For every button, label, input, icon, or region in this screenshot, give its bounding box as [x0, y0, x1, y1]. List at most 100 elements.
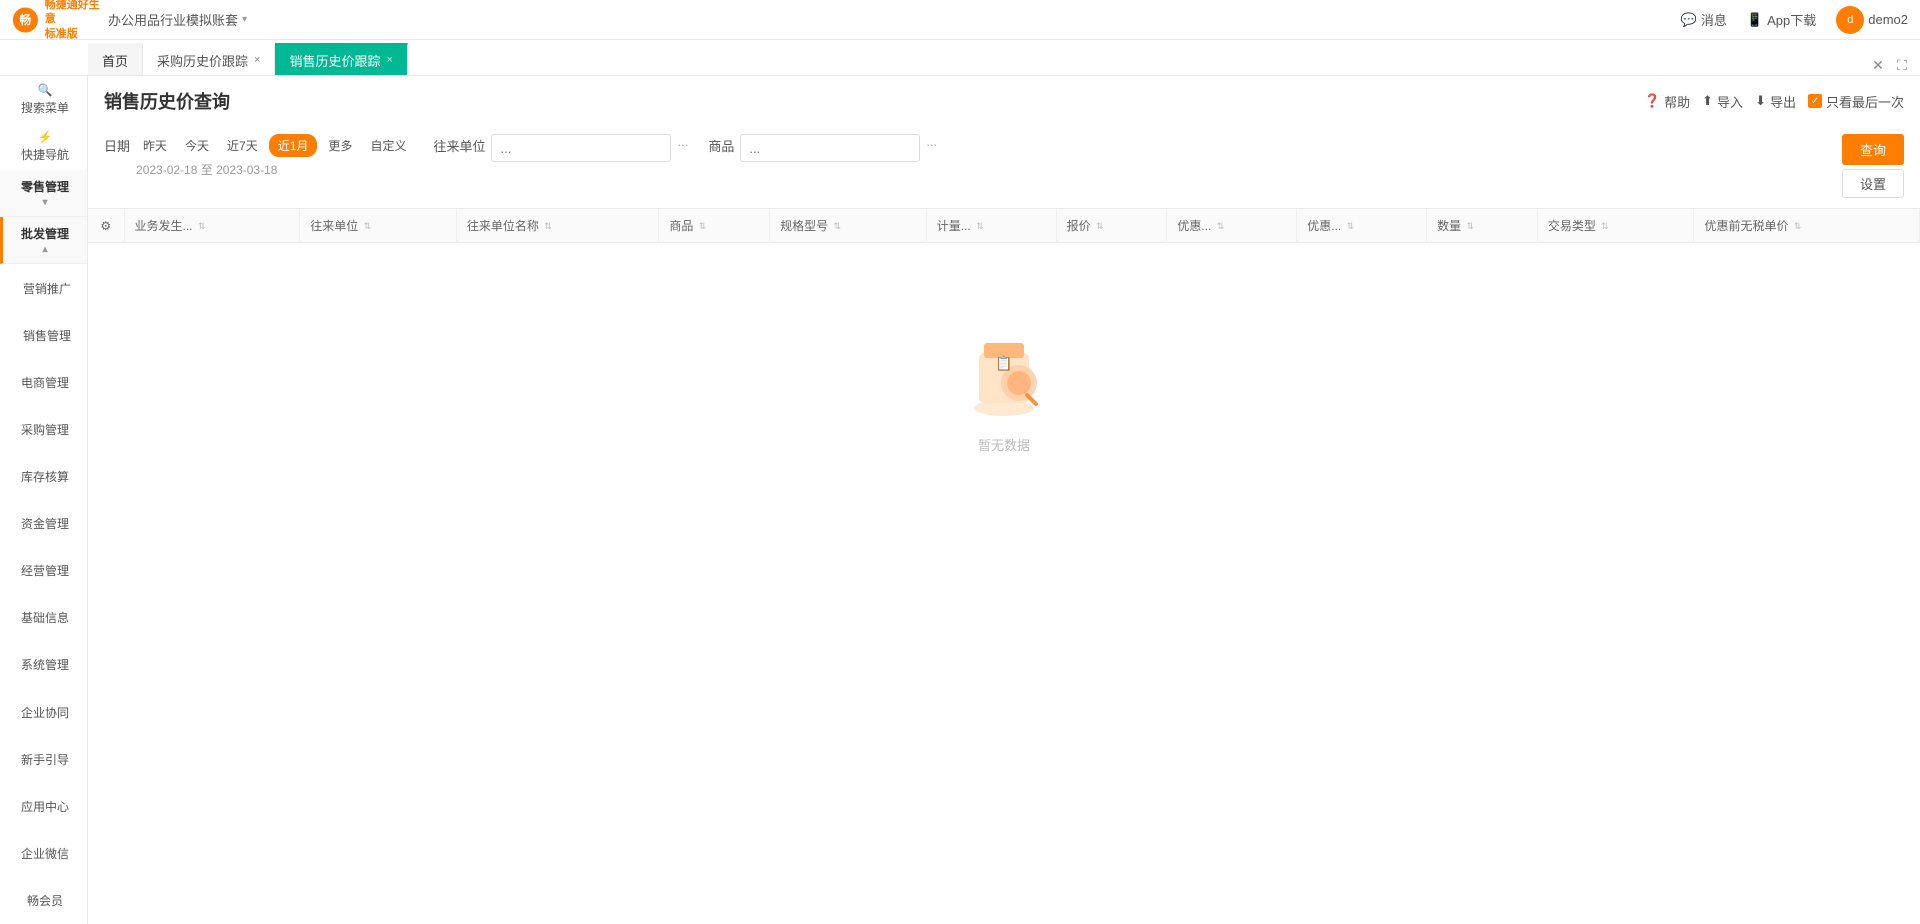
date-btn-7days[interactable]: 近7天 — [220, 134, 265, 157]
help-icon: ❓ — [1644, 93, 1660, 109]
table-col-discount2-label: 优惠... — [1307, 219, 1341, 233]
sidebar-item-search-label: 搜索菜单 — [21, 99, 69, 116]
user-menu-button[interactable]: d demo2 — [1836, 6, 1908, 34]
sidebar-item-inventory-label: 库存核算 — [21, 468, 69, 485]
close-all-tabs-button[interactable]: ✕ — [1868, 55, 1888, 75]
sidebar-item-member[interactable]: 畅会员 — [0, 877, 87, 924]
main-layout: 🔍 搜索菜单 ⚡ 快捷导航 零售管理 ▾ 批发管理 ▴ 营销推广 销售管理 电商… — [0, 76, 1920, 924]
partner-filter-input[interactable] — [491, 134, 671, 162]
table-col-spec[interactable]: 规格型号 ⇅ — [770, 209, 927, 243]
import-icon: ⬆ — [1702, 93, 1713, 109]
sidebar-item-wechat-label: 企业微信 — [21, 845, 69, 862]
maximize-button[interactable]: ⛶ — [1892, 55, 1912, 75]
table-col-quantity[interactable]: 数量 ⇅ — [1427, 209, 1538, 243]
table-col-settings[interactable]: ⚙ — [88, 209, 124, 243]
app-download-button[interactable]: 📱 App下载 — [1747, 10, 1816, 29]
logo-area: 畅 畅捷通好生意 标准版 — [12, 0, 100, 41]
tab-sales-history[interactable]: 销售历史价跟踪 × — [275, 43, 407, 75]
sidebar-item-purchase-label: 采购管理 — [21, 421, 69, 438]
sidebar-item-marketing[interactable]: 营销推广 — [0, 264, 87, 311]
sidebar-item-operation[interactable]: 经营管理 — [0, 547, 87, 594]
only-last-label: 只看最后一次 — [1826, 92, 1904, 111]
goods-filter-group: 商品 ... — [708, 134, 937, 162]
sort-icon-discount2: ⇅ — [1347, 221, 1355, 232]
help-label: 帮助 — [1664, 92, 1690, 111]
date-btn-yesterday[interactable]: 昨天 — [136, 134, 174, 157]
date-btn-custom[interactable]: 自定义 — [363, 134, 413, 157]
tab-purchase-history[interactable]: 采购历史价跟踪 × — [143, 43, 275, 75]
sidebar-item-retail-label: 零售管理 — [21, 178, 69, 195]
table-col-trade-type[interactable]: 交易类型 ⇅ — [1537, 209, 1694, 243]
workspace-dropdown[interactable]: 办公用品行业模拟账套 ▾ — [108, 10, 1673, 29]
sort-icon-biz-date: ⇅ — [198, 221, 206, 232]
table-col-partner-name[interactable]: 往来单位名称 ⇅ — [456, 209, 659, 243]
goods-filter-input[interactable] — [740, 134, 920, 162]
sidebar-item-basic[interactable]: 基础信息 — [0, 594, 87, 641]
table-col-goods[interactable]: 商品 ⇅ — [659, 209, 770, 243]
import-button[interactable]: ⬆ 导入 — [1702, 92, 1743, 111]
sort-icon-quantity: ⇅ — [1466, 221, 1474, 232]
export-label: 导出 — [1770, 92, 1796, 111]
sidebar-item-guide[interactable]: 新手引导 — [0, 736, 87, 783]
tab-purchase-history-label: 采购历史价跟踪 — [157, 51, 248, 70]
message-button[interactable]: 💬 消息 — [1681, 10, 1727, 29]
date-btn-today[interactable]: 今天 — [178, 134, 216, 157]
table-col-tax-price[interactable]: 优惠前无税单价 ⇅ — [1694, 209, 1920, 243]
table-container: ⚙ 业务发生... ⇅ 往来单位 ⇅ 往来单位名称 ⇅ — [88, 209, 1920, 924]
sidebar-item-ecommerce-label: 电商管理 — [21, 374, 69, 391]
help-button[interactable]: ❓ 帮助 — [1644, 92, 1690, 111]
tab-sales-history-close[interactable]: × — [386, 54, 392, 66]
export-button[interactable]: ⬇ 导出 — [1755, 92, 1796, 111]
sidebar-item-app-center[interactable]: 应用中心 — [0, 783, 87, 830]
sidebar-item-inventory[interactable]: 库存核算 — [0, 453, 87, 500]
tab-purchase-history-close[interactable]: × — [254, 54, 260, 66]
sidebar-item-member-label: 畅会员 — [27, 892, 63, 909]
tab-home-label: 首页 — [102, 51, 128, 70]
empty-state-icon: 📋 — [954, 323, 1054, 423]
sidebar-item-wechat[interactable]: 企业微信 — [0, 830, 87, 877]
table-col-unit[interactable]: 计量... ⇅ — [926, 209, 1056, 243]
filter-row: 日期 昨天 今天 近7天 近1月 更多 自定义 2023-02-18 至 202… — [104, 124, 1904, 208]
sidebar-item-enterprise[interactable]: 企业协同 — [0, 688, 87, 735]
table-col-discount1[interactable]: 优惠... ⇅ — [1167, 209, 1297, 243]
sidebar-item-purchase[interactable]: 采购管理 — [0, 406, 87, 453]
username-label: demo2 — [1868, 12, 1908, 27]
sidebar-item-finance[interactable]: 资金管理 — [0, 500, 87, 547]
empty-state: 📋 暂无数据 — [88, 243, 1920, 534]
table-col-partner-code[interactable]: 往来单位 ⇅ — [300, 209, 457, 243]
sort-icon-trade-type: ⇅ — [1601, 221, 1609, 232]
tab-home[interactable]: 首页 — [88, 43, 143, 75]
export-icon: ⬇ — [1755, 93, 1766, 109]
sidebar-item-shortcut-label: 快捷导航 — [21, 146, 69, 163]
sidebar-item-wholesale[interactable]: 批发管理 ▴ — [0, 217, 87, 264]
sort-icon-partner-name: ⇅ — [544, 221, 552, 232]
table-col-price-label: 报价 — [1067, 219, 1091, 233]
table-col-tax-price-label: 优惠前无税单价 — [1704, 219, 1788, 233]
table-col-trade-type-label: 交易类型 — [1548, 219, 1596, 233]
sidebar-item-retail[interactable]: 零售管理 ▾ — [0, 170, 87, 217]
settings-button[interactable]: 设置 — [1842, 169, 1904, 198]
table-col-price[interactable]: 报价 ⇅ — [1056, 209, 1167, 243]
logo-text: 畅捷通好生意 标准版 — [45, 0, 100, 41]
sidebar-item-ecommerce[interactable]: 电商管理 — [0, 359, 87, 406]
query-button[interactable]: 查询 — [1842, 134, 1904, 165]
date-filter-label: 日期 — [104, 134, 130, 155]
date-btn-more[interactable]: 更多 — [321, 134, 359, 157]
partner-filter-group: 往来单位 ... — [433, 134, 688, 162]
goods-filter-dots: ... — [926, 134, 937, 149]
table-col-biz-date[interactable]: 业务发生... ⇅ — [124, 209, 300, 243]
table-col-partner-name-label: 往来单位名称 — [467, 219, 539, 233]
partner-filter-label: 往来单位 — [433, 134, 485, 155]
sidebar-item-search[interactable]: 🔍 搜索菜单 — [0, 76, 87, 123]
sidebar-item-sales-mgmt[interactable]: 销售管理 — [0, 312, 87, 359]
sidebar-item-enterprise-label: 企业协同 — [21, 704, 69, 721]
table-col-discount2[interactable]: 优惠... ⇅ — [1297, 209, 1427, 243]
sidebar-item-shortcut[interactable]: ⚡ 快捷导航 — [0, 123, 87, 170]
message-label: 消息 — [1701, 10, 1727, 29]
only-last-checkbox[interactable]: ✓ 只看最后一次 — [1808, 92, 1904, 111]
date-btn-1month[interactable]: 近1月 — [269, 134, 318, 157]
sort-icon-discount1: ⇅ — [1217, 221, 1225, 232]
sidebar-item-system-label: 系统管理 — [21, 656, 69, 673]
sidebar-item-marketing-label: 营销推广 — [23, 280, 71, 297]
sidebar-item-system[interactable]: 系统管理 — [0, 641, 87, 688]
